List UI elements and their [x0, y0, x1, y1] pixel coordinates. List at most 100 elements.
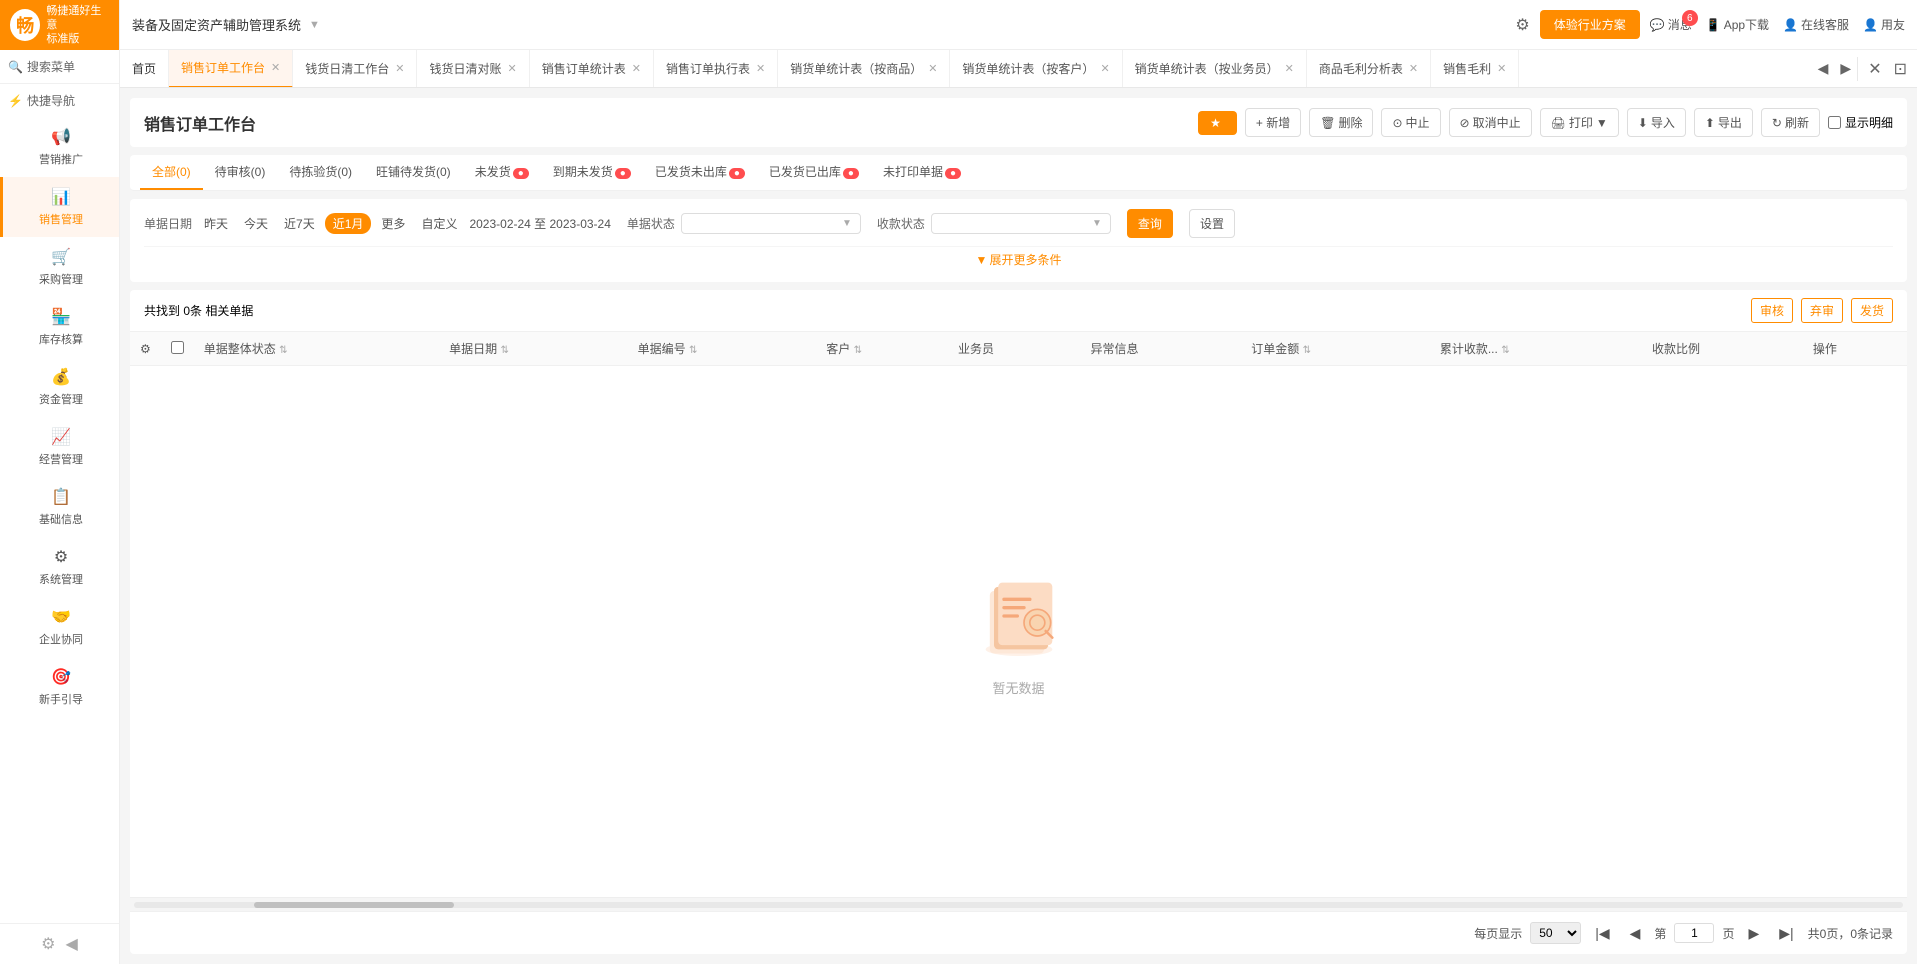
expand-more-conditions[interactable]: ▼ 展开更多条件: [144, 246, 1893, 272]
first-page-btn[interactable]: |◀: [1589, 923, 1615, 944]
app-download-action[interactable]: 📱 App下载: [1706, 16, 1769, 33]
import-button[interactable]: ⬇ 导入: [1627, 108, 1686, 137]
sidebar-item-basic[interactable]: 📋基础信息: [0, 477, 119, 537]
cancel-audit-button[interactable]: 弃审: [1801, 298, 1843, 323]
date-option-近1月[interactable]: 近1月: [325, 213, 372, 234]
last-page-btn[interactable]: ▶|: [1773, 923, 1799, 944]
sort-amount-icon[interactable]: ⇅: [1303, 345, 1311, 356]
tab-4[interactable]: 销售订单统计表✕: [530, 50, 654, 88]
tab-6[interactable]: 销货单统计表（按商品）✕: [778, 50, 950, 88]
prev-page-btn[interactable]: ◀: [1624, 923, 1647, 944]
payment-status-select[interactable]: ▼: [931, 213, 1111, 234]
sort-bill-status-icon[interactable]: ⇅: [279, 345, 287, 356]
collapse-icon[interactable]: ◀: [66, 934, 78, 954]
tab-close-8[interactable]: ✕: [1285, 62, 1294, 75]
tab-0[interactable]: 首页: [120, 50, 169, 88]
online-service-action[interactable]: 👤 在线客服: [1783, 16, 1849, 33]
page-number-input[interactable]: [1674, 923, 1714, 943]
delete-button[interactable]: 🗑 删除: [1309, 108, 1373, 137]
tab-7[interactable]: 销货单统计表（按客户）✕: [950, 50, 1122, 88]
smart-generate-button[interactable]: ★: [1198, 111, 1237, 135]
quick-nav[interactable]: ⚡ 快捷导航: [0, 84, 119, 117]
date-option-更多[interactable]: 更多: [375, 213, 411, 234]
sub-tab-0[interactable]: 全部(0): [140, 155, 203, 190]
message-action[interactable]: 💬 6 消息: [1650, 16, 1692, 33]
sub-tab-7[interactable]: 已发货已出库●: [757, 155, 871, 190]
tab-close-4[interactable]: ✕: [632, 62, 641, 75]
sidebar-item-inventory[interactable]: 🏪库存核算: [0, 297, 119, 357]
sidebar-item-system[interactable]: ⚙系统管理: [0, 537, 119, 597]
sort-bill-no-icon[interactable]: ⇅: [689, 345, 697, 356]
query-button[interactable]: 查询: [1127, 209, 1173, 238]
tab-9[interactable]: 商品毛利分析表✕: [1307, 50, 1431, 88]
total-records: 共0页，0条记录: [1808, 925, 1893, 942]
settings-bottom-icon[interactable]: ⚙: [41, 934, 55, 954]
tab-close-10[interactable]: ✕: [1497, 62, 1506, 75]
title-dropdown-arrow[interactable]: ▼: [309, 19, 320, 31]
sidebar-item-guide[interactable]: 🎯新手引导: [0, 657, 119, 717]
sort-customer-icon[interactable]: ⇅: [854, 345, 862, 356]
bill-status-select[interactable]: ▼: [681, 213, 861, 234]
date-option-自定义[interactable]: 自定义: [415, 213, 463, 234]
sub-tab-1[interactable]: 待审核(0): [203, 155, 278, 190]
tab-8[interactable]: 销货单统计表（按业务员）✕: [1123, 50, 1307, 88]
date-option-昨天[interactable]: 昨天: [198, 213, 234, 234]
tab-3[interactable]: 钱货日清对账✕: [417, 50, 529, 88]
date-option-近7天[interactable]: 近7天: [278, 213, 321, 234]
sub-tab-2[interactable]: 待拣验货(0): [277, 155, 364, 190]
sidebar-search[interactable]: 🔍 搜索菜单: [0, 50, 119, 84]
sidebar-item-finance[interactable]: 💰资金管理: [0, 357, 119, 417]
tab-close-2[interactable]: ✕: [395, 62, 404, 75]
refresh-button[interactable]: ↻ 刷新: [1761, 108, 1820, 137]
cancel-pause-button[interactable]: ⊘ 取消中止: [1449, 108, 1532, 137]
tab-close-5[interactable]: ✕: [756, 62, 765, 75]
sub-tab-8[interactable]: 未打印单据●: [871, 155, 973, 190]
sub-tab-4[interactable]: 未发货●: [463, 155, 541, 190]
tabs-scroll-left[interactable]: ◀: [1812, 60, 1835, 77]
tab-close-6[interactable]: ✕: [928, 62, 937, 75]
sub-tab-6[interactable]: 已发货未出库●: [643, 155, 757, 190]
tab-5[interactable]: 销售订单执行表✕: [654, 50, 778, 88]
tab-2[interactable]: 钱货日清工作台✕: [293, 50, 417, 88]
maximize-tab-icon[interactable]: ⊡: [1890, 57, 1911, 81]
tab-10[interactable]: 销售毛利✕: [1431, 50, 1519, 88]
sort-bill-date-icon[interactable]: ⇅: [500, 345, 508, 356]
date-option-今天[interactable]: 今天: [238, 213, 274, 234]
sidebar-item-purchase[interactable]: 🛒采购管理: [0, 237, 119, 297]
settings-filter-button[interactable]: 设置: [1189, 209, 1235, 238]
sidebar-item-operations[interactable]: 📈经营管理: [0, 417, 119, 477]
tab-close-1[interactable]: ✕: [271, 61, 280, 74]
settings-gear-icon[interactable]: ⚙: [1515, 15, 1529, 35]
show-detail-checkbox[interactable]: 显示明细: [1828, 114, 1893, 131]
next-page-btn[interactable]: ▶: [1742, 923, 1765, 944]
page-header-actions: ★ + 新增 🗑 删除 ⊙ 中止 ⊘ 取消中止: [1198, 108, 1893, 137]
tab-1[interactable]: 销售订单工作台✕: [169, 50, 293, 88]
audit-button[interactable]: 审核: [1751, 298, 1793, 323]
print-button[interactable]: 🖨 打印 ▼: [1540, 108, 1619, 137]
sidebar-item-label: 营销推广: [39, 151, 83, 167]
sidebar-item-sales[interactable]: 📊销售管理: [0, 177, 119, 237]
settings-col-icon[interactable]: ⚙: [140, 342, 151, 356]
export-button[interactable]: ⬆ 导出: [1694, 108, 1753, 137]
payment-status-dropdown-arrow: ▼: [1092, 218, 1102, 229]
ship-button[interactable]: 发货: [1851, 298, 1893, 323]
detail-checkbox-input[interactable]: [1828, 116, 1841, 129]
sidebar-item-marketing[interactable]: 📢营销推广: [0, 117, 119, 177]
tab-close-9[interactable]: ✕: [1409, 62, 1418, 75]
sidebar-item-enterprise[interactable]: 🤝企业协同: [0, 597, 119, 657]
sub-tab-5[interactable]: 到期未发货●: [541, 155, 643, 190]
sort-payment-icon[interactable]: ⇅: [1501, 345, 1509, 356]
scrollbar-thumb[interactable]: [254, 902, 454, 908]
pause-button[interactable]: ⊙ 中止: [1381, 108, 1440, 137]
page-size-label: 每页显示: [1474, 925, 1522, 942]
solution-button[interactable]: 体验行业方案: [1540, 10, 1640, 39]
tab-close-7[interactable]: ✕: [1100, 62, 1109, 75]
page-size-select[interactable]: 50 100 200: [1530, 922, 1581, 944]
close-all-tabs-icon[interactable]: ✕: [1864, 57, 1885, 81]
select-all-checkbox[interactable]: [171, 341, 184, 354]
tab-close-3[interactable]: ✕: [508, 62, 517, 75]
add-button[interactable]: + 新增: [1245, 108, 1301, 137]
user-action[interactable]: 👤 用友: [1863, 16, 1905, 33]
sub-tab-3[interactable]: 旺铺待发货(0): [364, 155, 463, 190]
tabs-scroll-right[interactable]: ▶: [1834, 60, 1857, 77]
